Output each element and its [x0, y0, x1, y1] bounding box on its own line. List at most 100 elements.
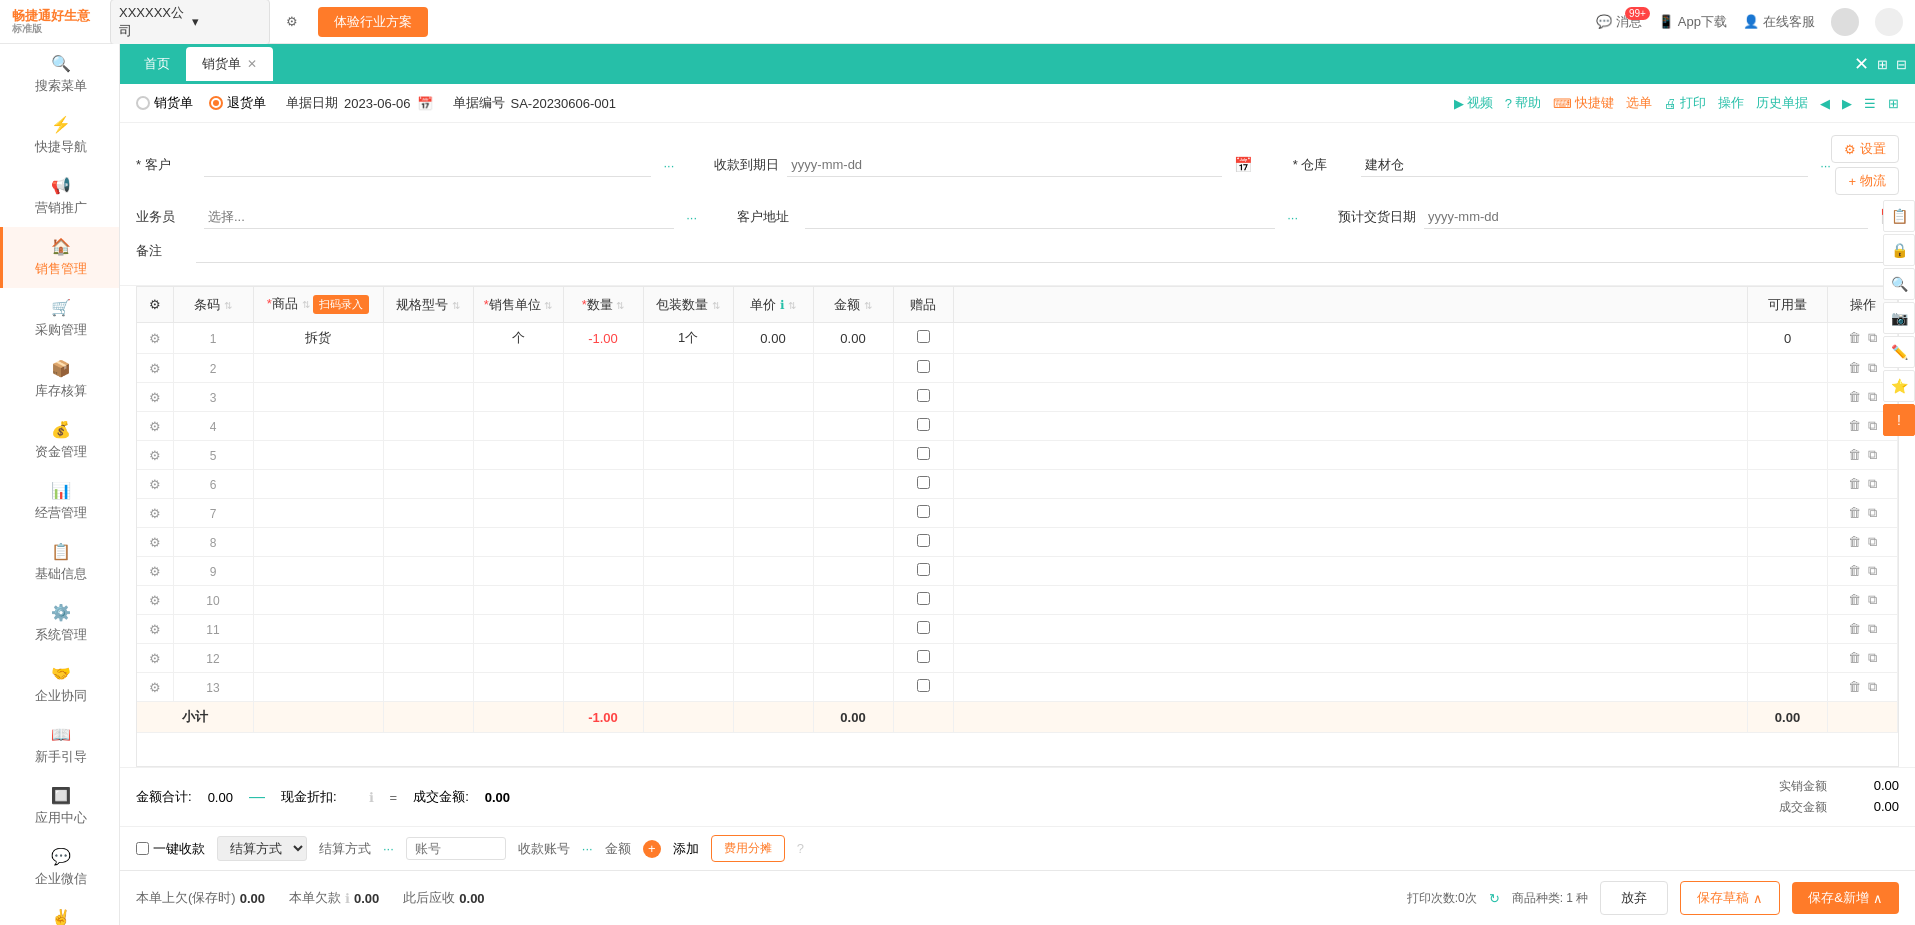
cell-gift[interactable]	[893, 354, 953, 383]
cell-settings[interactable]: ⚙	[137, 528, 173, 557]
sort-icon-amount[interactable]: ⇅	[864, 300, 872, 311]
delete-icon[interactable]: 🗑	[1848, 621, 1861, 636]
sidebar-item-member[interactable]: ✌ 畅会员	[0, 898, 119, 925]
tab-close-all-icon[interactable]: ✕	[1854, 53, 1869, 75]
float-icon-edit[interactable]: ✏️	[1883, 336, 1915, 368]
cell-settings[interactable]: ⚙	[137, 586, 173, 615]
col-settings-header[interactable]: ⚙	[137, 287, 173, 323]
copy-icon[interactable]: ⧉	[1868, 418, 1877, 433]
cell-gift[interactable]	[893, 528, 953, 557]
refresh-icon[interactable]: ↻	[1489, 891, 1500, 906]
sidebar-item-search[interactable]: 🔍 搜索菜单	[0, 44, 119, 105]
cell-gift[interactable]	[893, 673, 953, 702]
delete-icon[interactable]: 🗑	[1848, 330, 1861, 345]
cell-settings[interactable]: ⚙	[137, 412, 173, 441]
customer-input[interactable]	[204, 153, 651, 177]
cell-settings[interactable]: ⚙	[137, 499, 173, 528]
cell-settings[interactable]: ⚙	[137, 644, 173, 673]
scan-button[interactable]: 扫码录入	[313, 295, 369, 314]
cell-gift[interactable]	[893, 441, 953, 470]
addr-dots[interactable]: ···	[1287, 210, 1298, 225]
action-help[interactable]: ? 帮助	[1505, 94, 1541, 112]
save-new-button[interactable]: 保存&新增 ∧	[1792, 882, 1899, 914]
tab-layout-icon[interactable]: ⊞	[1877, 57, 1888, 72]
sidebar-item-inventory[interactable]: 📦 库存核算	[0, 349, 119, 410]
float-icon-lock[interactable]: 🔒	[1883, 234, 1915, 266]
cell-settings[interactable]: ⚙	[137, 383, 173, 412]
gear-icon[interactable]: ⚙	[278, 8, 306, 36]
warehouse-input[interactable]	[1361, 153, 1808, 177]
account-input[interactable]	[406, 837, 506, 860]
avatar[interactable]	[1831, 8, 1859, 36]
sort-icon-qty[interactable]: ⇅	[616, 300, 624, 311]
sort-icon[interactable]: ⇅	[224, 300, 232, 311]
sidebar-item-system[interactable]: ⚙️ 系统管理	[0, 593, 119, 654]
sidebar-item-marketing[interactable]: 📢 营销推广	[0, 166, 119, 227]
sort-icon-unit[interactable]: ⇅	[544, 300, 552, 311]
copy-icon[interactable]: ⧉	[1868, 679, 1877, 694]
float-icon-star[interactable]: ⭐	[1883, 370, 1915, 402]
cell-gift[interactable]	[893, 470, 953, 499]
cell-settings[interactable]: ⚙	[137, 354, 173, 383]
action-select[interactable]: 选单	[1626, 94, 1652, 112]
delete-icon[interactable]: 🗑	[1848, 476, 1861, 491]
view-grid-icon[interactable]: ⊞	[1888, 96, 1899, 111]
cell-gift[interactable]	[893, 499, 953, 528]
delete-icon[interactable]: 🗑	[1848, 534, 1861, 549]
delete-icon[interactable]: 🗑	[1848, 389, 1861, 404]
delete-icon[interactable]: 🗑	[1848, 563, 1861, 578]
copy-icon[interactable]: ⧉	[1868, 592, 1877, 607]
logistics-button[interactable]: + 物流	[1835, 167, 1899, 195]
trial-button[interactable]: 体验行业方案	[318, 7, 428, 37]
copy-icon[interactable]: ⧉	[1868, 389, 1877, 404]
message-button[interactable]: 💬 消息 99+	[1596, 13, 1642, 31]
float-icon-camera[interactable]: 📷	[1883, 302, 1915, 334]
cell-gift[interactable]	[893, 383, 953, 412]
warehouse-dots[interactable]: ···	[1820, 158, 1831, 173]
company-selector[interactable]: XXXXXX公司 ▾	[110, 0, 270, 45]
sidebar-item-basic[interactable]: 📋 基础信息	[0, 532, 119, 593]
tab-close-icon[interactable]: ✕	[247, 57, 257, 71]
sidebar-item-wechat[interactable]: 💬 企业微信	[0, 837, 119, 898]
copy-icon[interactable]: ⧉	[1868, 476, 1877, 491]
info-icon[interactable]: ℹ	[780, 298, 785, 312]
discard-button[interactable]: 放弃	[1600, 881, 1668, 915]
sidebar-item-purchase[interactable]: 🛒 采购管理	[0, 288, 119, 349]
info-icon-totals[interactable]: ℹ	[369, 790, 374, 805]
payment-calendar-icon[interactable]: 📅	[1234, 156, 1253, 174]
copy-icon[interactable]: ⧉	[1868, 360, 1877, 375]
delete-icon[interactable]: 🗑	[1848, 650, 1861, 665]
expense-button[interactable]: 费用分摊	[711, 835, 785, 862]
settings-button[interactable]: ⚙ 设置	[1831, 135, 1899, 163]
cell-settings[interactable]: ⚙	[137, 441, 173, 470]
tab-sales-order[interactable]: 销货单 ✕	[186, 47, 273, 81]
sidebar-item-shortcut[interactable]: ⚡ 快捷导航	[0, 105, 119, 166]
one-click-check[interactable]	[136, 842, 149, 855]
payment-method-select[interactable]: 结算方式	[217, 836, 307, 861]
save-draft-button[interactable]: 保存草稿 ∧	[1680, 881, 1780, 915]
customer-dots[interactable]: ···	[663, 158, 674, 173]
copy-icon[interactable]: ⧉	[1868, 330, 1877, 345]
cell-gift[interactable]	[893, 586, 953, 615]
remark-input[interactable]	[196, 239, 1899, 263]
sort-icon-spec[interactable]: ⇅	[452, 300, 460, 311]
copy-icon[interactable]: ⧉	[1868, 650, 1877, 665]
app-download-button[interactable]: 📱 App下载	[1658, 13, 1727, 31]
action-shortcut[interactable]: ⌨ 快捷键	[1553, 94, 1614, 112]
arrears-info-icon[interactable]: ℹ	[345, 891, 350, 906]
salesperson-dots[interactable]: ···	[686, 210, 697, 225]
sidebar-item-operation[interactable]: 📊 经营管理	[0, 471, 119, 532]
payment-dots[interactable]: ···	[383, 841, 394, 856]
sort-icon-pack[interactable]: ⇅	[712, 300, 720, 311]
radio-return[interactable]: 退货单	[209, 94, 266, 112]
action-history[interactable]: 历史单据	[1756, 94, 1808, 112]
customer-addr-input[interactable]	[805, 205, 1275, 229]
tab-grid-icon[interactable]: ⊟	[1896, 57, 1907, 72]
cell-gift[interactable]	[893, 644, 953, 673]
copy-icon[interactable]: ⧉	[1868, 447, 1877, 462]
sort-icon-price[interactable]: ⇅	[788, 300, 796, 311]
float-icon-zoom[interactable]: 🔍	[1883, 268, 1915, 300]
action-print[interactable]: 🖨 打印	[1664, 94, 1706, 112]
account-dots[interactable]: ···	[582, 841, 593, 856]
delete-icon[interactable]: 🗑	[1848, 505, 1861, 520]
